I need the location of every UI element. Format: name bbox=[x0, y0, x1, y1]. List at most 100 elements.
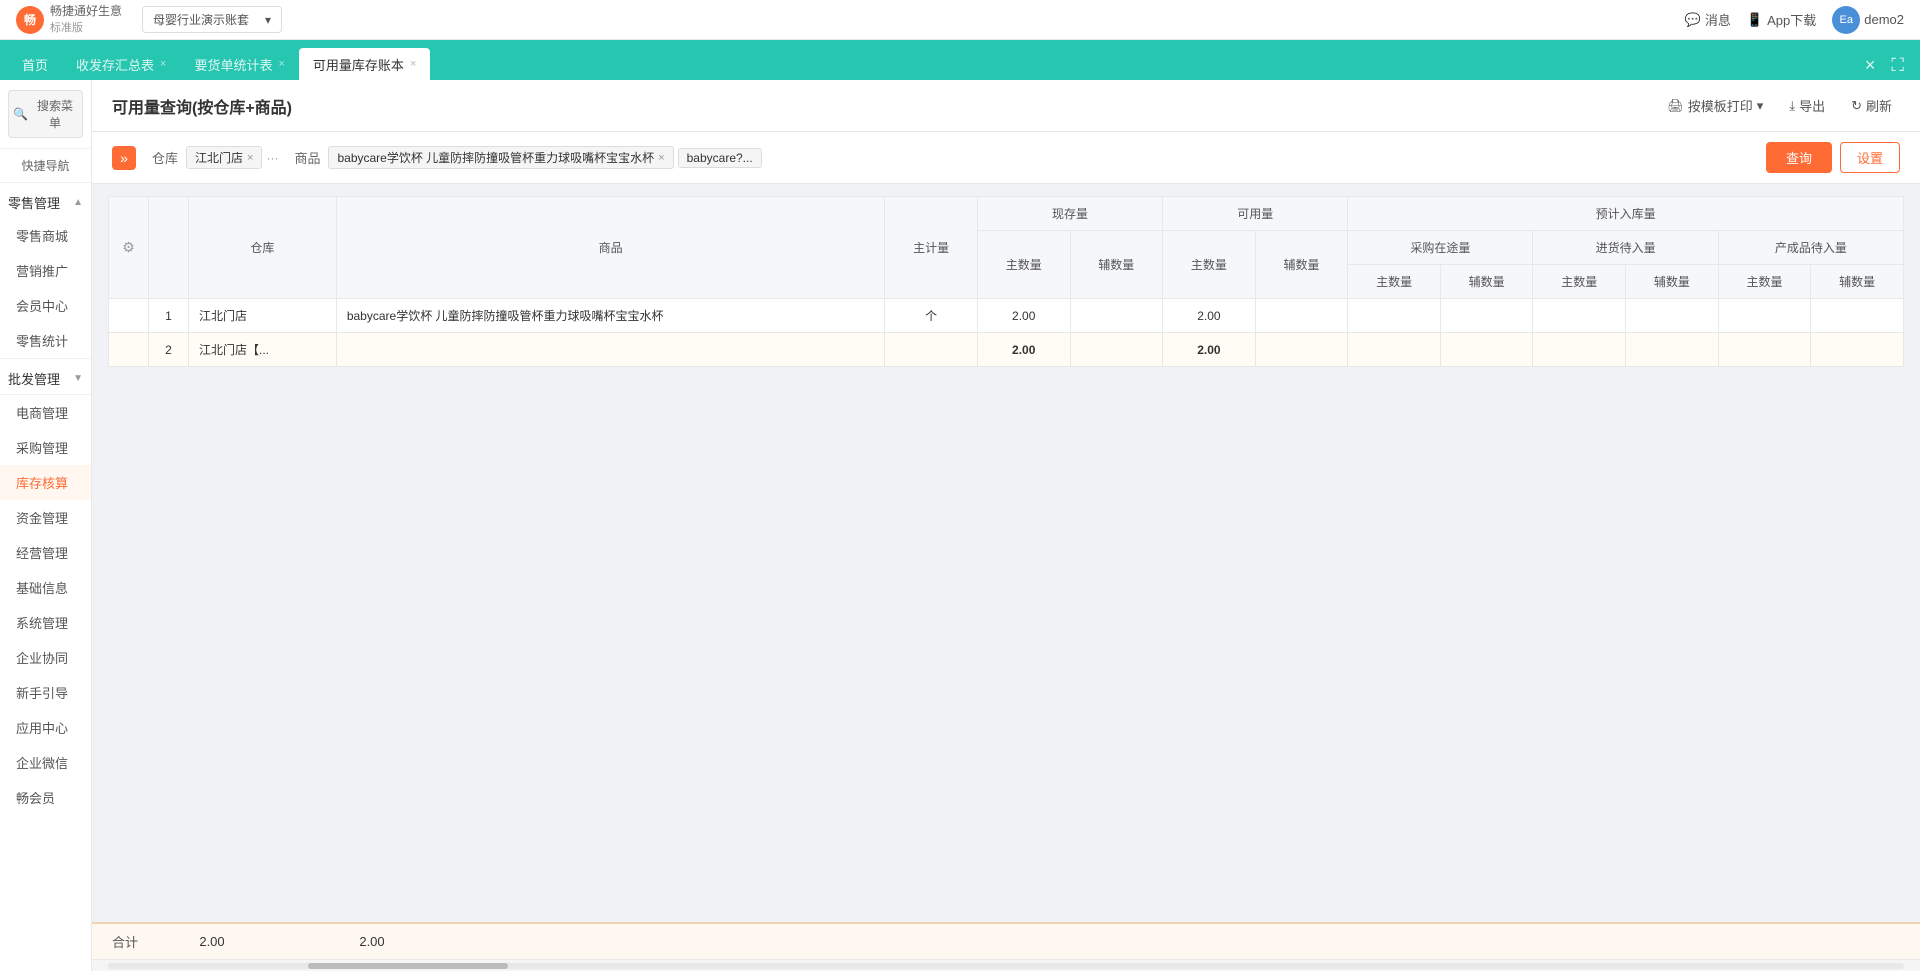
row2-incoming-aux bbox=[1626, 333, 1719, 367]
warehouse-tag-close[interactable]: × bbox=[247, 152, 253, 164]
export-button[interactable]: ⤓ 导出 bbox=[1781, 92, 1833, 119]
row1-current-main: 2.00 bbox=[977, 299, 1070, 333]
footer-current-main: 2.00 bbox=[172, 934, 252, 949]
message-button[interactable]: 💬 消息 bbox=[1685, 10, 1731, 29]
sidebar-item-retail-mall[interactable]: 零售商城 bbox=[0, 218, 91, 253]
row2-product bbox=[336, 333, 885, 367]
scroll-thumb[interactable] bbox=[308, 963, 508, 969]
th-settings[interactable]: ⚙ bbox=[109, 197, 149, 299]
tab-receipts-close[interactable]: × bbox=[160, 58, 166, 70]
th-purchase-on-way: 采购在途量 bbox=[1348, 231, 1533, 265]
filter-expand-button[interactable]: » bbox=[112, 146, 136, 170]
sidebar-item-members[interactable]: 会员中心 bbox=[0, 288, 91, 323]
table-row: 2 江北门店【... 2.00 2.00 bbox=[109, 333, 1904, 367]
sidebar-group-retail-header[interactable]: 零售管理 ▲ bbox=[0, 183, 91, 218]
logo: 畅 畅捷通好生意 标准版 bbox=[16, 4, 122, 36]
tab-order-stats[interactable]: 要货单统计表 × bbox=[180, 48, 298, 80]
retail-group-arrow: ▲ bbox=[73, 197, 83, 208]
th-estimated-inbound: 预计入库量 bbox=[1348, 197, 1904, 231]
store-selector[interactable]: 母婴行业演示账套 ▾ bbox=[142, 6, 282, 33]
sidebar-item-enterprise[interactable]: 企业协同 bbox=[0, 640, 91, 675]
table-area: ⚙ 仓库 商品 主计量 现存量 可用量 预计入库量 主数量 辅数量 主数量 bbox=[92, 184, 1920, 922]
th-production-pending: 产成品待入量 bbox=[1718, 231, 1903, 265]
scroll-track[interactable] bbox=[108, 963, 1904, 969]
product-tag-2[interactable]: babycare?... bbox=[678, 148, 762, 168]
row1-product: babycare学饮杯 儿童防摔防撞吸管杯重力球吸嘴杯宝宝水杯 bbox=[336, 299, 885, 333]
th-current-aux-qty: 辅数量 bbox=[1070, 231, 1163, 299]
row2-main-unit bbox=[885, 333, 978, 367]
sidebar-item-guide[interactable]: 新手引导 bbox=[0, 675, 91, 710]
window-close-button[interactable]: × bbox=[1861, 51, 1880, 80]
page-header: 可用量查询(按仓库+商品) 🖨 按模板打印 ▾ ⤓ 导出 ↻ 刷新 bbox=[92, 80, 1920, 132]
row1-warehouse: 江北门店 bbox=[189, 299, 337, 333]
row1-available-main: 2.00 bbox=[1163, 299, 1256, 333]
bottom-scrollbar[interactable] bbox=[92, 959, 1920, 971]
footer-available-main: 2.00 bbox=[332, 934, 412, 949]
th-available-main-qty: 主数量 bbox=[1163, 231, 1256, 299]
row1-production-aux bbox=[1811, 299, 1904, 333]
sidebar-group-retail: 零售管理 ▲ 零售商城 营销推广 会员中心 零售统计 bbox=[0, 183, 91, 359]
print-button[interactable]: 🖨 按模板打印 ▾ bbox=[1659, 92, 1771, 119]
row2-current-aux bbox=[1070, 333, 1163, 367]
message-icon: 💬 bbox=[1685, 12, 1701, 28]
th-incoming-pending-main: 主数量 bbox=[1533, 265, 1626, 299]
sidebar-group-wholesale-header[interactable]: 批发管理 ▼ bbox=[0, 359, 91, 394]
warehouse-more[interactable]: ··· bbox=[266, 151, 278, 165]
tab-receipts[interactable]: 收发存汇总表 × bbox=[62, 48, 180, 80]
print-icon: 🖨 bbox=[1667, 98, 1684, 114]
sidebar-item-finance[interactable]: 资金管理 bbox=[0, 500, 91, 535]
row1-incoming-aux bbox=[1626, 299, 1719, 333]
th-incoming-pending-aux: 辅数量 bbox=[1626, 265, 1719, 299]
tab-available-stock-label: 可用量库存账本 bbox=[313, 55, 404, 74]
sidebar-item-purchase[interactable]: 采购管理 bbox=[0, 430, 91, 465]
logo-text: 畅捷通好生意 bbox=[50, 4, 122, 20]
row2-available-aux bbox=[1255, 333, 1348, 367]
sidebar-item-quick-nav[interactable]: 快捷导航 bbox=[0, 149, 91, 183]
refresh-button[interactable]: ↻ 刷新 bbox=[1843, 92, 1900, 119]
row1-main-unit: 个 bbox=[885, 299, 978, 333]
sidebar-item-inventory[interactable]: 库存核算 bbox=[0, 465, 91, 500]
window-maximize-button[interactable]: ⛶ bbox=[1887, 51, 1908, 80]
app-download-button[interactable]: 📱 App下载 bbox=[1747, 10, 1816, 29]
sidebar-item-wechat[interactable]: 企业微信 bbox=[0, 745, 91, 780]
row2-purchase-main bbox=[1348, 333, 1441, 367]
tab-order-stats-close[interactable]: × bbox=[278, 58, 284, 70]
warehouse-tag-jiangbei[interactable]: 江北门店 × bbox=[186, 146, 262, 169]
tab-home-label: 首页 bbox=[22, 55, 48, 74]
app-download-icon: 📱 bbox=[1747, 12, 1763, 28]
footer-current-aux bbox=[252, 934, 332, 949]
th-product: 商品 bbox=[336, 197, 885, 299]
sidebar-item-retail-stats[interactable]: 零售统计 bbox=[0, 323, 91, 358]
row1-purchase-aux bbox=[1440, 299, 1533, 333]
tab-available-stock-close[interactable]: × bbox=[410, 58, 416, 70]
sidebar-item-app-center[interactable]: 应用中心 bbox=[0, 710, 91, 745]
sidebar-item-marketing[interactable]: 营销推广 bbox=[0, 253, 91, 288]
table-row: 1 江北门店 babycare学饮杯 儿童防摔防撞吸管杯重力球吸嘴杯宝宝水杯 个… bbox=[109, 299, 1904, 333]
wholesale-group-arrow: ▼ bbox=[73, 373, 83, 384]
sidebar-item-changyuanyuan[interactable]: 畅会员 bbox=[0, 780, 91, 815]
search-menu-button[interactable]: 🔍 搜索菜单 bbox=[8, 90, 83, 138]
user-profile[interactable]: Ea demo2 bbox=[1832, 6, 1904, 34]
logo-icon: 畅 bbox=[16, 6, 44, 34]
table-settings-icon[interactable]: ⚙ bbox=[122, 239, 135, 255]
footer-label: 合计 bbox=[112, 932, 172, 951]
avatar: Ea bbox=[1832, 6, 1860, 34]
row1-available-aux bbox=[1255, 299, 1348, 333]
th-incoming-pending: 进货待入量 bbox=[1533, 231, 1718, 265]
table-footer: 合计 2.00 2.00 bbox=[92, 922, 1920, 959]
logo-subtext: 标准版 bbox=[50, 19, 122, 35]
tab-available-stock[interactable]: 可用量库存账本 × bbox=[299, 48, 430, 80]
sidebar-item-ecommerce[interactable]: 电商管理 bbox=[0, 395, 91, 430]
refresh-icon: ↻ bbox=[1851, 98, 1862, 114]
th-purchase-on-way-main: 主数量 bbox=[1348, 265, 1441, 299]
tab-home[interactable]: 首页 bbox=[8, 48, 62, 80]
query-button[interactable]: 查询 bbox=[1766, 142, 1832, 173]
product-tag-1[interactable]: babycare学饮杯 儿童防摔防撞吸管杯重力球吸嘴杯宝宝水杯 × bbox=[328, 146, 673, 169]
sidebar-item-system[interactable]: 系统管理 bbox=[0, 605, 91, 640]
sidebar-group-wholesale-label: 批发管理 bbox=[8, 369, 60, 388]
settings-button[interactable]: 设置 bbox=[1840, 142, 1900, 173]
sidebar-item-basics[interactable]: 基础信息 bbox=[0, 570, 91, 605]
sidebar-item-operations[interactable]: 经营管理 bbox=[0, 535, 91, 570]
product-tag-1-close[interactable]: × bbox=[658, 152, 664, 164]
row2-purchase-aux bbox=[1440, 333, 1533, 367]
